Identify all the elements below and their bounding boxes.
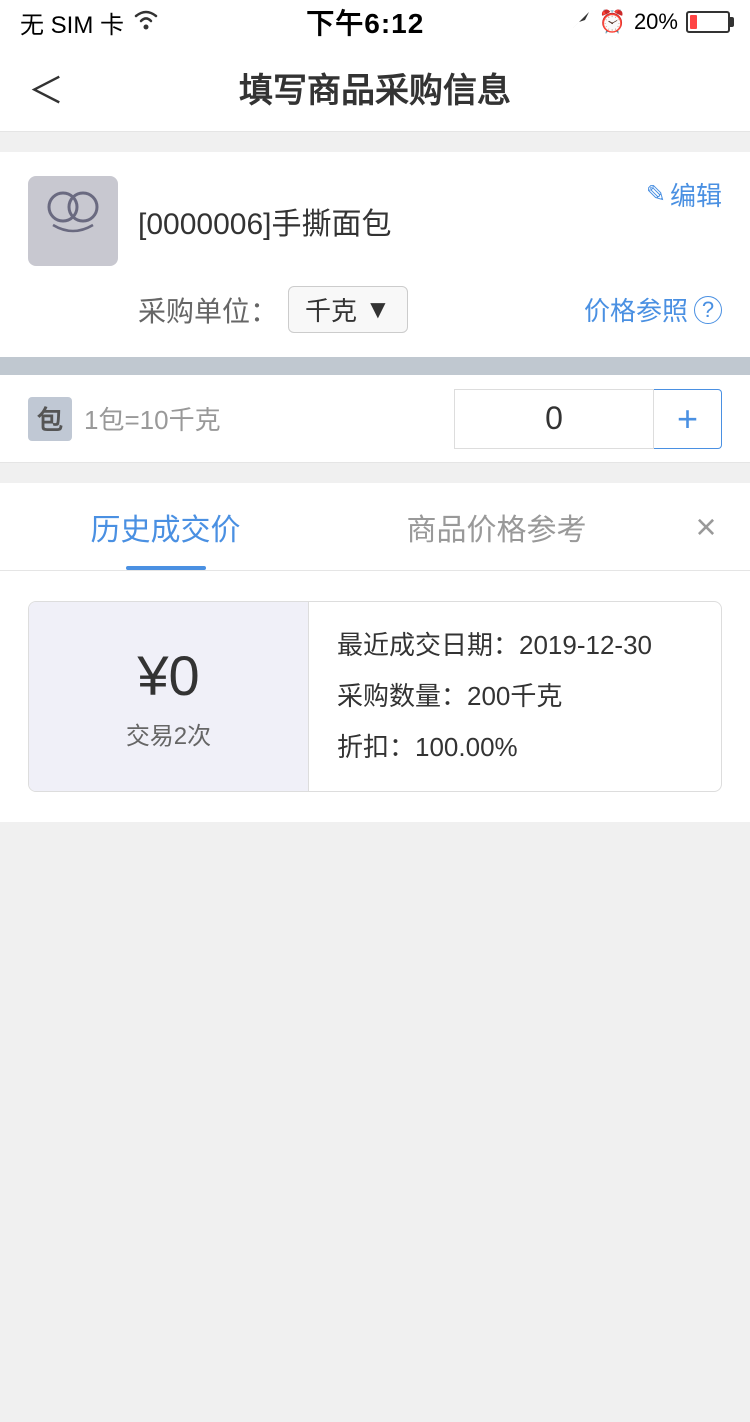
purchase-unit: 采购单位： 千克 ▼ (138, 286, 408, 333)
price-details: 最近成交日期：2019-12-30 采购数量：200千克 折扣：100.00% (309, 602, 721, 791)
unit-selector[interactable]: 千克 ▼ (288, 286, 408, 333)
quantity-input[interactable]: 0 (454, 389, 654, 449)
battery-percent: 20% (634, 9, 678, 35)
page-title: 填写商品采购信息 (239, 63, 511, 112)
purchase-qty-label: 采购数量： (337, 681, 467, 711)
dropdown-icon: ▼ (365, 294, 391, 325)
status-left: 无 SIM 卡 (20, 5, 160, 40)
product-header: [0000006]手撕面包 ✎ 编辑 (28, 176, 722, 266)
unit-equiv-text: 1包=10千克 (84, 400, 221, 437)
close-icon: × (695, 506, 716, 548)
tab-active-indicator (126, 566, 206, 570)
network-label: 无 SIM 卡 (20, 5, 124, 40)
product-thumbnail (28, 176, 118, 266)
back-button[interactable]: ＜ (28, 62, 64, 114)
trade-count: 交易2次 (126, 716, 211, 751)
unit-icon-text: 包 (37, 400, 63, 437)
section-divider (0, 357, 750, 375)
quantity-plus-button[interactable]: + (654, 389, 722, 449)
help-icon: ? (694, 296, 722, 324)
product-info: [0000006]手撕面包 (28, 176, 626, 266)
quantity-row: 包 1包=10千克 0 + (0, 375, 750, 463)
wifi-icon (132, 8, 160, 37)
tab-product-price-ref[interactable]: 商品价格参考 (331, 483, 662, 570)
amount-value: 0 (169, 644, 200, 707)
discount-row: 折扣：100.00% (337, 728, 693, 767)
product-name: [0000006]手撕面包 (138, 199, 391, 243)
discount-label: 折扣： (337, 732, 415, 762)
battery-fill (690, 15, 697, 29)
discount-value: 100.00% (415, 732, 518, 762)
tabs-header: 历史成交价 商品价格参考 × (0, 483, 750, 571)
quantity-control: 0 + (454, 389, 722, 449)
trade-date-row: 最近成交日期：2019-12-30 (337, 626, 693, 665)
unit-icon-badge: 包 (28, 397, 72, 441)
gps-icon (571, 8, 591, 36)
status-bar: 无 SIM 卡 下午6:12 ⏰ 20% (0, 0, 750, 44)
unit-value: 千克 (305, 291, 357, 328)
purchase-qty-row: 采购数量：200千克 (337, 677, 693, 716)
trade-date-value: 2019-12-30 (519, 630, 652, 660)
purchase-qty-value: 200千克 (467, 681, 562, 711)
battery-icon (686, 11, 730, 33)
price-value: ¥0 (137, 643, 199, 708)
purchase-unit-label: 采购单位： (138, 290, 278, 330)
tab-content: ¥0 交易2次 最近成交日期：2019-12-30 采购数量：200千克 折扣：… (0, 571, 750, 822)
alarm-icon: ⏰ (599, 9, 626, 35)
price-card: ¥0 交易2次 最近成交日期：2019-12-30 采购数量：200千克 折扣：… (28, 601, 722, 792)
tab-product-label: 商品价格参考 (407, 505, 587, 549)
edit-button[interactable]: ✎ 编辑 (646, 176, 722, 213)
tab-close-button[interactable]: × (662, 483, 750, 571)
time-label: 下午6:12 (306, 2, 424, 42)
plus-icon: + (677, 398, 698, 440)
trade-date-label: 最近成交日期： (337, 630, 519, 660)
price-ref-link[interactable]: 价格参照 ? (584, 291, 722, 328)
product-card: [0000006]手撕面包 ✎ 编辑 采购单位： 千克 ▼ 价格参照 ? (0, 152, 750, 357)
product-logo (43, 187, 103, 255)
unit-label: 包 1包=10千克 (28, 397, 221, 441)
product-meta: 采购单位： 千克 ▼ 价格参照 ? (28, 286, 722, 333)
price-summary: ¥0 交易2次 (29, 602, 309, 791)
tab-history-price[interactable]: 历史成交价 (0, 483, 331, 570)
main-background (0, 822, 750, 1422)
status-right: ⏰ 20% (571, 8, 730, 36)
tab-history-label: 历史成交价 (91, 505, 241, 549)
tabs-section: 历史成交价 商品价格参考 × ¥0 交易2次 最近成交日期：2019-12-30 (0, 483, 750, 822)
price-ref-label: 价格参照 (584, 291, 688, 328)
edit-icon: ✎ (646, 180, 666, 209)
currency-symbol: ¥ (137, 644, 168, 707)
edit-label: 编辑 (670, 176, 722, 213)
nav-bar: ＜ 填写商品采购信息 (0, 44, 750, 132)
